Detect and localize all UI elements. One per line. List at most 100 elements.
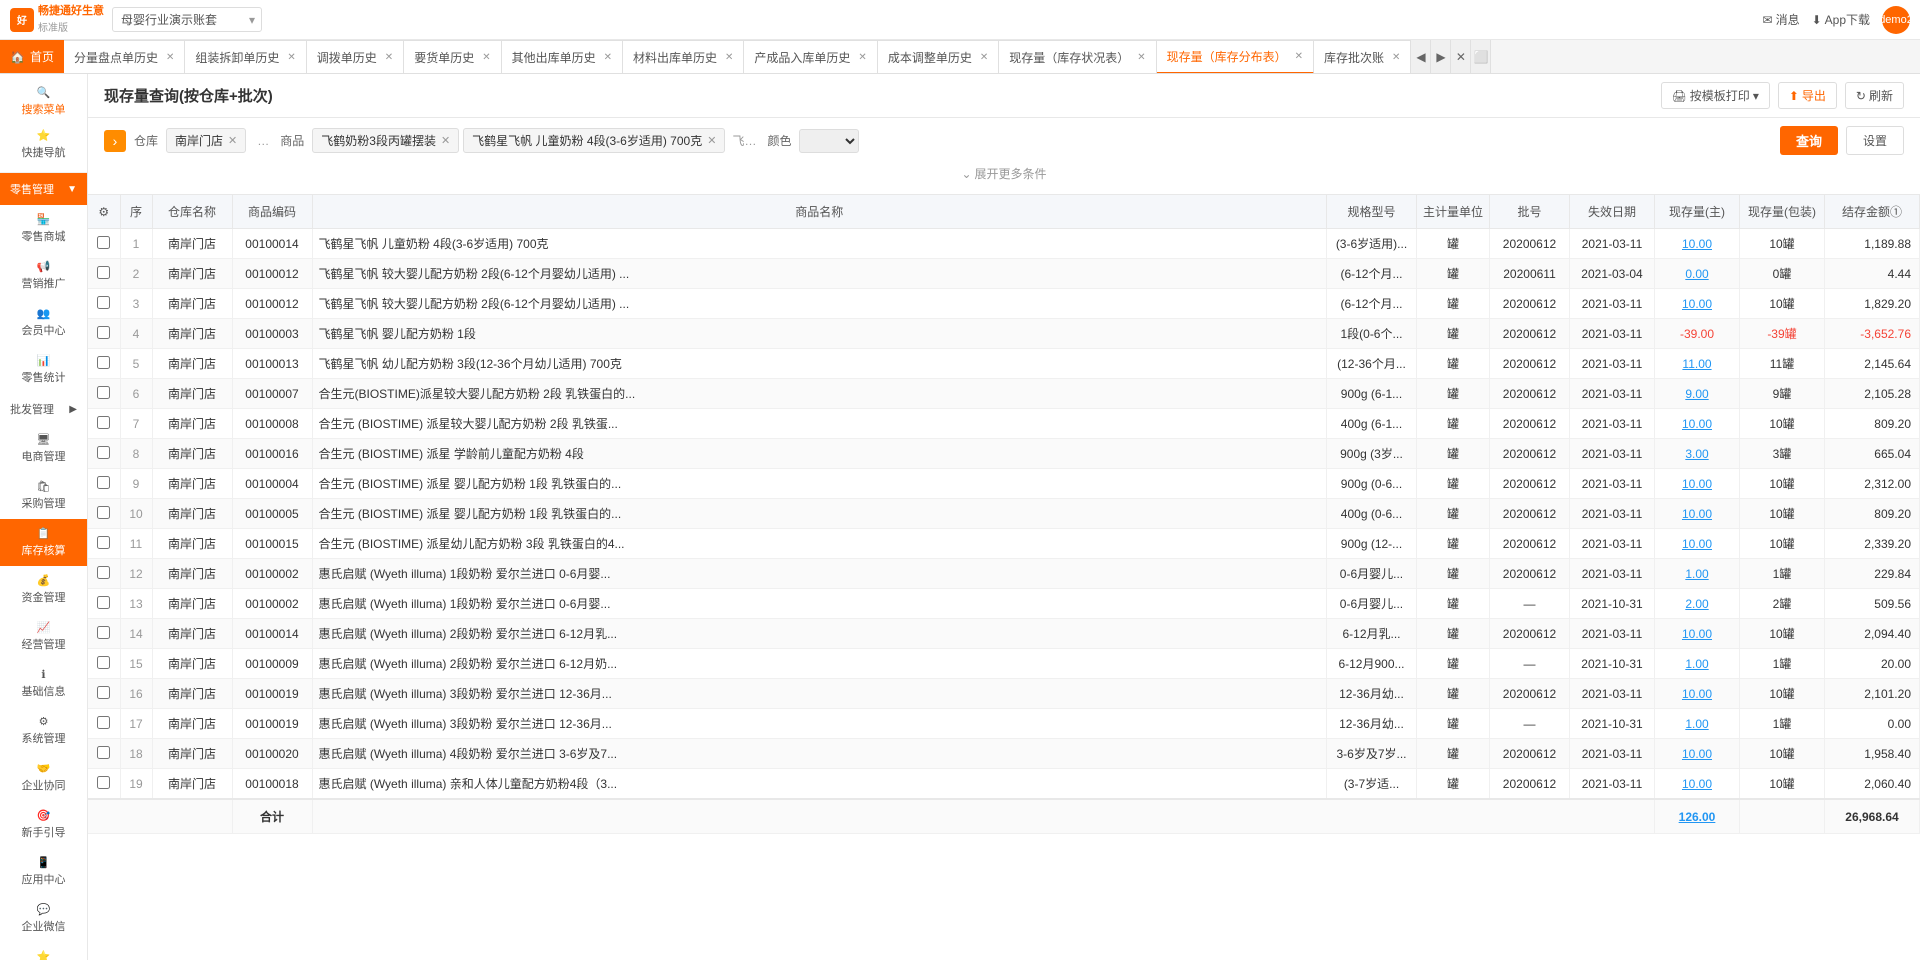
app-download-btn[interactable]: ⬇ App下载 [1812,11,1870,28]
sidebar-item-member[interactable]: 👥 会员中心 [0,299,87,346]
cell-checkbox[interactable] [88,259,120,289]
row-checkbox[interactable] [97,566,110,579]
product-tag-0-close[interactable]: ✕ [441,134,450,147]
warehouse-tag-close[interactable]: ✕ [228,134,237,147]
tab-close-icon[interactable]: ✕ [858,52,866,63]
tab-home[interactable]: 🏠 首页 [0,40,64,74]
cell-stock-main[interactable]: 10.00 [1655,469,1740,499]
cell-stock-main[interactable]: 1.00 [1655,709,1740,739]
row-checkbox[interactable] [97,356,110,369]
cell-stock-main[interactable]: 9.00 [1655,379,1740,409]
tab-cost-adj[interactable]: 成本调整单历史 ✕ [878,40,999,74]
cell-stock-main[interactable]: 10.00 [1655,739,1740,769]
row-checkbox[interactable] [97,716,110,729]
tab-close-icon[interactable]: ✕ [166,52,174,63]
cell-checkbox[interactable] [88,529,120,559]
cell-checkbox[interactable] [88,769,120,800]
tab-close-icon[interactable]: ✕ [1137,52,1145,63]
user-avatar[interactable]: demo2 [1882,6,1910,34]
cell-checkbox[interactable] [88,649,120,679]
row-checkbox[interactable] [97,446,110,459]
cell-stock-main[interactable]: 10.00 [1655,289,1740,319]
sidebar-search-menu[interactable]: 🔍 搜索菜单 [0,80,87,123]
tab-close-icon[interactable]: ✕ [385,52,393,63]
cell-stock-main[interactable]: 10.00 [1655,229,1740,259]
tab-close-icon[interactable]: ✕ [287,52,295,63]
sidebar-item-ecommerce[interactable]: 🖥 电商管理 [0,425,87,472]
row-checkbox[interactable] [97,476,110,489]
tab-fen-pan[interactable]: 分量盘点单历史 ✕ [64,40,185,74]
cell-checkbox[interactable] [88,619,120,649]
sidebar-item-retail-stats[interactable]: 📊 零售统计 [0,346,87,393]
tab-diao-bo[interactable]: 调拨单历史 ✕ [307,40,404,74]
tab-yao-huo[interactable]: 要货单历史 ✕ [404,40,501,74]
cell-stock-main[interactable]: 1.00 [1655,559,1740,589]
row-checkbox[interactable] [97,746,110,759]
product-more[interactable]: 飞… [729,129,759,152]
row-checkbox[interactable] [97,686,110,699]
expand-more-btn[interactable]: ⌄ 展开更多条件 [957,161,1050,186]
export-btn[interactable]: ⬆ 导出 [1778,82,1837,109]
product-tag-1-close[interactable]: ✕ [707,134,716,147]
cell-checkbox[interactable] [88,289,120,319]
sidebar-item-cooperation[interactable]: 🤝 企业协同 [0,754,87,801]
cell-checkbox[interactable] [88,229,120,259]
row-checkbox[interactable] [97,326,110,339]
cell-checkbox[interactable] [88,379,120,409]
message-btn[interactable]: ✉ 消息 [1763,11,1800,28]
sidebar-item-purchase[interactable]: 🛍 采购管理 [0,472,87,519]
row-checkbox[interactable] [97,536,110,549]
warehouse-more[interactable]: … [254,131,272,151]
cell-stock-main[interactable]: 1.00 [1655,649,1740,679]
sidebar-item-inventory[interactable]: 📋 库存核算 [0,519,87,566]
sidebar-item-finance[interactable]: 💰 资金管理 [0,566,87,613]
cell-stock-main[interactable]: 10.00 [1655,769,1740,800]
row-checkbox[interactable] [97,386,110,399]
color-dropdown[interactable] [799,129,859,153]
cell-checkbox[interactable] [88,409,120,439]
cell-checkbox[interactable] [88,589,120,619]
tab-close-icon[interactable]: ✕ [1295,51,1303,62]
cell-checkbox[interactable] [88,469,120,499]
sidebar-item-app-center[interactable]: 📱 应用中心 [0,848,87,895]
tab-produce-in[interactable]: 产成品入库单历史 ✕ [744,40,877,74]
cell-stock-main[interactable]: 10.00 [1655,499,1740,529]
cell-stock-main[interactable]: 10.00 [1655,619,1740,649]
cell-checkbox[interactable] [88,499,120,529]
cell-stock-main[interactable]: 10.00 [1655,679,1740,709]
settings-btn[interactable]: 设置 [1846,126,1904,155]
row-checkbox[interactable] [97,596,110,609]
warehouse-tag[interactable]: 南岸门店 ✕ [166,128,246,153]
tab-close-all-btn[interactable]: ✕ [1451,40,1471,74]
sidebar-item-system[interactable]: ⚙ 系统管理 [0,707,87,754]
query-btn[interactable]: 查询 [1780,126,1838,155]
tab-close-icon[interactable]: ✕ [1392,52,1400,63]
tab-other-out[interactable]: 其他出库单历史 ✕ [502,40,623,74]
tab-close-icon[interactable]: ✕ [725,52,733,63]
tab-close-icon[interactable]: ✕ [482,52,490,63]
cell-checkbox[interactable] [88,709,120,739]
tab-next-btn[interactable]: ▶ [1431,40,1451,74]
cell-checkbox[interactable] [88,349,120,379]
cell-stock-main[interactable]: 3.00 [1655,439,1740,469]
sidebar-item-wholesale[interactable]: 批发管理 ▶ [0,393,87,425]
row-checkbox[interactable] [97,626,110,639]
sidebar-item-retail-shop[interactable]: 🏪 零售商城 [0,205,87,252]
tab-close-icon[interactable]: ✕ [980,52,988,63]
filter-expand-btn[interactable]: › [104,130,126,152]
sidebar-item-operations[interactable]: 📈 经营管理 [0,613,87,660]
cell-checkbox[interactable] [88,559,120,589]
tab-close-icon[interactable]: ✕ [604,52,612,63]
row-checkbox[interactable] [97,776,110,789]
refresh-btn[interactable]: ↻ 刷新 [1845,82,1904,109]
tab-material-out[interactable]: 材料出库单历史 ✕ [623,40,744,74]
tab-prev-btn[interactable]: ◀ [1411,40,1431,74]
tab-stock-dist[interactable]: 现存量（库存分布表） ✕ [1157,40,1314,74]
row-checkbox[interactable] [97,266,110,279]
th-settings[interactable]: ⚙ [88,195,120,229]
cell-stock-main[interactable]: 2.00 [1655,589,1740,619]
row-checkbox[interactable] [97,506,110,519]
print-btn[interactable]: 🖨 按模板打印 ▾ [1661,82,1770,109]
sidebar-item-new-guide[interactable]: 🎯 新手引导 [0,801,87,848]
sidebar-item-enterprise-wx[interactable]: 💬 企业微信 [0,895,87,942]
